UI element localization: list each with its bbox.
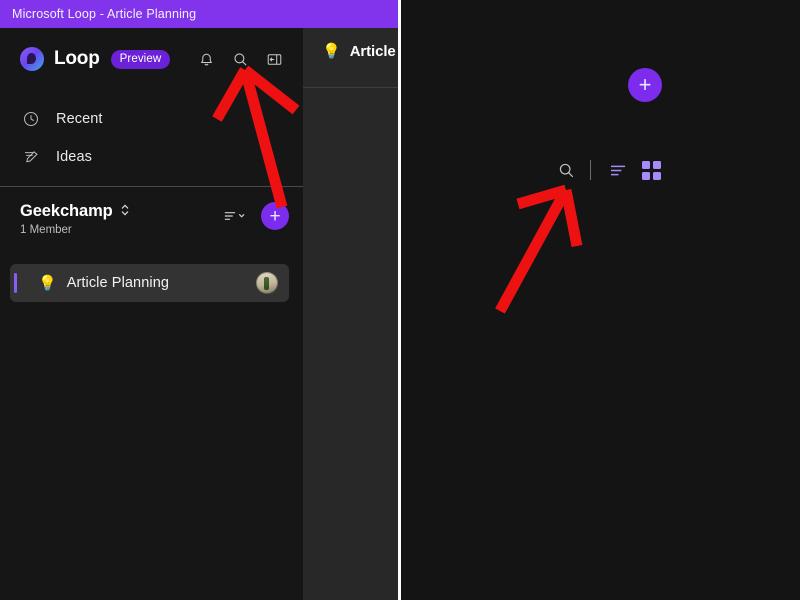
sidebar-item-label: Recent — [56, 111, 103, 127]
search-icon[interactable] — [557, 161, 590, 180]
lightbulb-icon: 💡 — [322, 42, 341, 60]
document-panel: 💡 Article Pl — [303, 28, 398, 600]
workspace-header: Geekchamp 1 Member + — [0, 196, 303, 246]
grid-cell — [653, 171, 661, 180]
loop-app-window: Microsoft Loop - Article Planning Loop P… — [0, 0, 398, 600]
preview-badge: Preview — [110, 49, 171, 69]
search-icon[interactable] — [229, 48, 251, 70]
grid-cell — [642, 171, 650, 180]
view-toolbar — [557, 160, 661, 180]
secondary-panel-window: + — [401, 0, 800, 600]
add-button[interactable]: + — [628, 68, 662, 102]
notifications-bell-icon[interactable] — [195, 48, 217, 70]
active-indicator — [14, 273, 17, 293]
page-title: Article Planning — [66, 275, 170, 291]
grid-cell — [653, 160, 661, 169]
sidebar-item-recent[interactable]: Recent — [0, 100, 303, 138]
page-list: 💡 Article Planning — [10, 264, 289, 302]
workspace-actions: + — [223, 202, 289, 230]
grid-view-icon[interactable] — [642, 160, 661, 180]
filter-sort-icon[interactable] — [223, 208, 249, 224]
collapse-panel-icon[interactable] — [263, 48, 285, 70]
list-item-article-planning[interactable]: 💡 Article Planning — [10, 264, 289, 302]
add-workspace-item-button[interactable]: + — [261, 202, 289, 230]
avatar — [256, 272, 278, 294]
plus-icon: + — [269, 205, 281, 227]
window-title: Microsoft Loop - Article Planning — [12, 7, 197, 21]
sidebar: Loop Preview Recent Ideas Geekchamp 1 Me… — [0, 28, 303, 600]
loop-logo-icon — [20, 47, 44, 71]
document-header: 💡 Article Pl — [303, 28, 398, 74]
screenshot-root: Microsoft Loop - Article Planning Loop P… — [0, 0, 800, 600]
document-title: Article Pl — [349, 42, 398, 60]
sidebar-item-ideas[interactable]: Ideas — [0, 138, 303, 176]
grid-cell — [642, 160, 650, 169]
app-name: Loop — [54, 48, 100, 69]
sidebar-nav-list: Recent Ideas — [0, 100, 303, 176]
plus-icon: + — [638, 72, 652, 97]
list-view-icon[interactable] — [591, 163, 642, 178]
window-titlebar: Microsoft Loop - Article Planning — [0, 0, 398, 28]
idea-pen-icon — [20, 146, 42, 168]
sidebar-header-icons — [195, 48, 285, 70]
lightbulb-icon: 💡 — [38, 274, 57, 292]
sidebar-divider — [0, 186, 303, 187]
document-header-rule — [303, 87, 398, 88]
chevron-updown-icon[interactable] — [120, 203, 130, 220]
sidebar-item-label: Ideas — [56, 149, 92, 165]
workspace-name: Geekchamp — [20, 202, 113, 220]
clock-icon — [20, 108, 42, 130]
